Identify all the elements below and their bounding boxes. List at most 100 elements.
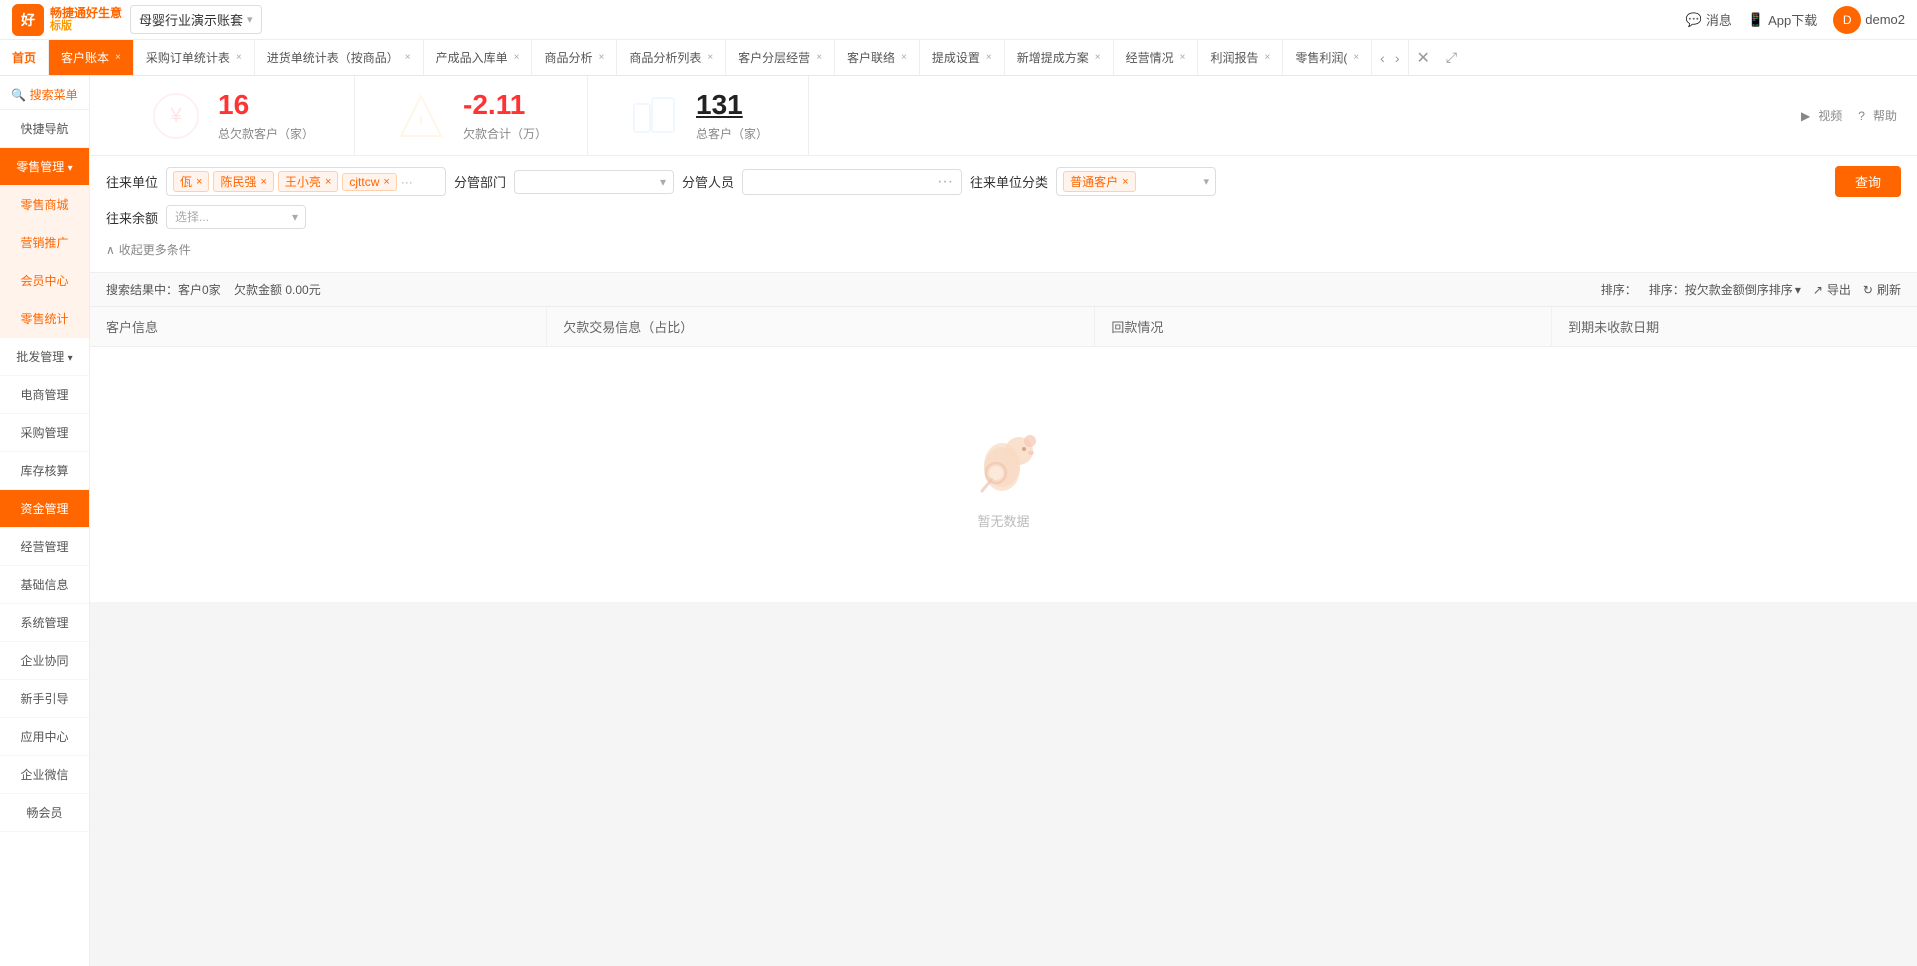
close-tab-new-promo[interactable]: ×: [1095, 52, 1101, 63]
retail-arrow-icon: ▾: [68, 163, 73, 174]
remove-tag-2[interactable]: ×: [260, 176, 266, 188]
empty-state: 暂无数据: [106, 359, 1901, 590]
close-tab-purchase[interactable]: ×: [236, 52, 242, 63]
sidebar-item-marketing[interactable]: 营销推广: [0, 224, 89, 262]
person-more-icon[interactable]: ···: [937, 173, 953, 191]
header-left: 好 畅捷通好生意 标版 母婴行业演示账套 ▾: [12, 4, 262, 36]
col-debt-info: 欠款交易信息（占比）: [547, 307, 1095, 347]
filter-row-2: 往来余额 选择...: [106, 205, 1901, 229]
col-repay-info: 回款情况: [1095, 307, 1552, 347]
sidebar-item-finance[interactable]: 资金管理: [0, 490, 89, 528]
tab-promo-settings[interactable]: 提成设置 ×: [920, 40, 1005, 75]
debt-customers-icon: ¥: [150, 90, 202, 142]
debt-total-icon: !: [395, 90, 447, 142]
close-tab-purchase-stat[interactable]: ×: [405, 52, 411, 63]
tab-customer-contact[interactable]: 客户联络 ×: [835, 40, 920, 75]
tab-new-promo[interactable]: 新增提成方案 ×: [1005, 40, 1114, 75]
logo-text: 畅捷通好生意: [50, 6, 122, 20]
sidebar-item-quick-nav[interactable]: 快捷导航: [0, 110, 89, 148]
filter-row-1: 往来单位 佤 × 陈民强 × 王小亮 × cjttcw: [106, 166, 1901, 197]
close-tab-promo[interactable]: ×: [986, 52, 992, 63]
sidebar-item-wholesale[interactable]: 批发管理 ▾: [0, 338, 89, 376]
sort-select[interactable]: 排序：按欠款金额倒序排序 ▾: [1649, 281, 1801, 298]
store-name: 母婴行业演示账套: [139, 10, 243, 29]
video-label[interactable]: 视频: [1818, 107, 1842, 124]
tab-product-analysis-list[interactable]: 商品分析列表 ×: [617, 40, 726, 75]
sidebar-item-basic[interactable]: 基础信息: [0, 566, 89, 604]
tab-purchase-order[interactable]: 采购订单统计表 ×: [134, 40, 255, 75]
tab-customer-tier[interactable]: 客户分层经营 ×: [726, 40, 835, 75]
tab-product-inbound[interactable]: 产成品入库单 ×: [424, 40, 533, 75]
tab-business-status[interactable]: 经营情况 ×: [1114, 40, 1199, 75]
close-tab-product[interactable]: ×: [514, 52, 520, 63]
sidebar-item-retail[interactable]: 零售管理 ▾: [0, 148, 89, 186]
sidebar-item-system[interactable]: 系统管理: [0, 604, 89, 642]
sidebar-item-ecommerce[interactable]: 电商管理: [0, 376, 89, 414]
maximize-button[interactable]: ⤢: [1438, 40, 1465, 75]
sidebar-item-enterprise[interactable]: 企业协同: [0, 642, 89, 680]
user-avatar-area[interactable]: D demo2: [1833, 6, 1905, 34]
close-tab-retail[interactable]: ×: [1353, 52, 1359, 63]
table-header-row: 客户信息 欠款交易信息（占比） 回款情况 到期未收款日期: [90, 307, 1917, 347]
sidebar-item-retail-mall[interactable]: 零售商城: [0, 186, 89, 224]
close-tab-analysis[interactable]: ×: [598, 52, 604, 63]
balance-select-wrap: 选择...: [166, 205, 306, 229]
total-customers-value: 131: [696, 89, 768, 121]
nav-next-button[interactable]: ›: [1391, 48, 1404, 68]
more-tags[interactable]: ···: [401, 175, 413, 189]
sidebar-item-inventory[interactable]: 库存核算: [0, 452, 89, 490]
export-button[interactable]: ↗ 导出: [1813, 281, 1851, 298]
sidebar-item-vip[interactable]: 畅会员: [0, 794, 89, 832]
query-button[interactable]: 查询: [1835, 166, 1901, 197]
search-icon: 🔍: [11, 88, 26, 102]
help-label[interactable]: 帮助: [1873, 107, 1897, 124]
stat-total-customers-text: 131 总客户（家）: [696, 89, 768, 142]
close-tab-biz[interactable]: ×: [1180, 52, 1186, 63]
sidebar-search[interactable]: 🔍 搜索菜单: [0, 76, 89, 110]
sidebar-item-retail-stat[interactable]: 零售统计: [0, 300, 89, 338]
refresh-button[interactable]: ↻ 刷新: [1863, 281, 1901, 298]
tab-purchase-stat[interactable]: 进货单统计表（按商品） ×: [255, 40, 424, 75]
classify-select: 普通客户 × ▾: [1056, 167, 1216, 196]
tab-customer-account[interactable]: 客户账本 ×: [49, 40, 134, 75]
person-input-field[interactable]: [751, 175, 933, 189]
sort-dropdown-icon: ▾: [1795, 283, 1801, 297]
balance-label: 往来余额: [106, 208, 158, 227]
sidebar-item-newbie[interactable]: 新手引导: [0, 680, 89, 718]
remove-classify-tag[interactable]: ×: [1122, 176, 1128, 188]
app-download-button[interactable]: 📱 App下载: [1748, 10, 1817, 29]
store-selector[interactable]: 母婴行业演示账套 ▾: [130, 5, 262, 34]
sidebar-item-corp-wechat[interactable]: 企业微信: [0, 756, 89, 794]
remove-tag-3[interactable]: ×: [325, 176, 331, 188]
nav-prev-button[interactable]: ‹: [1376, 48, 1389, 68]
close-tab-contact[interactable]: ×: [901, 52, 907, 63]
collapse-row: ∧ 收起更多条件: [106, 237, 1901, 262]
close-tab-tier[interactable]: ×: [816, 52, 822, 63]
tab-product-analysis[interactable]: 商品分析 ×: [532, 40, 617, 75]
refresh-icon: ↻: [1863, 283, 1873, 297]
close-tab-customer-account[interactable]: ×: [115, 52, 121, 63]
table-empty-row: 暂无数据: [90, 347, 1917, 603]
tab-profit-report[interactable]: 利润报告 ×: [1198, 40, 1283, 75]
unit-tag-2: 陈民强 ×: [213, 171, 273, 192]
result-bar: 搜索结果中：客户0家 欠款金额 0.00元 排序： 排序：按欠款金额倒序排序 ▾…: [90, 273, 1917, 307]
debt-customers-value: 16: [218, 89, 314, 121]
unit-tags: 佤 × 陈民强 × 王小亮 × cjttcw × ···: [166, 167, 446, 196]
close-tab-analysis-list[interactable]: ×: [707, 52, 713, 63]
sidebar-item-member[interactable]: 会员中心: [0, 262, 89, 300]
balance-select[interactable]: 选择...: [166, 205, 306, 229]
message-button[interactable]: 💬 消息: [1686, 10, 1732, 29]
sidebar-item-purchase[interactable]: 采购管理: [0, 414, 89, 452]
close-all-tabs-button[interactable]: ✕: [1409, 40, 1438, 75]
remove-tag-4[interactable]: ×: [383, 176, 389, 188]
sidebar-item-operation[interactable]: 经营管理: [0, 528, 89, 566]
tab-retail-profit[interactable]: 零售利润( ×: [1283, 40, 1372, 75]
tab-home[interactable]: 首页: [0, 40, 49, 75]
collapse-button[interactable]: ∧ 收起更多条件: [106, 237, 1901, 262]
nav-tabs: 首页 客户账本 × 采购订单统计表 × 进货单统计表（按商品） × 产成品入库单…: [0, 40, 1917, 76]
close-tab-profit[interactable]: ×: [1264, 52, 1270, 63]
remove-tag-1[interactable]: ×: [196, 176, 202, 188]
col-overdue-date: 到期未收款日期: [1552, 307, 1917, 347]
sidebar-item-app-center[interactable]: 应用中心: [0, 718, 89, 756]
dept-select[interactable]: [514, 170, 674, 194]
